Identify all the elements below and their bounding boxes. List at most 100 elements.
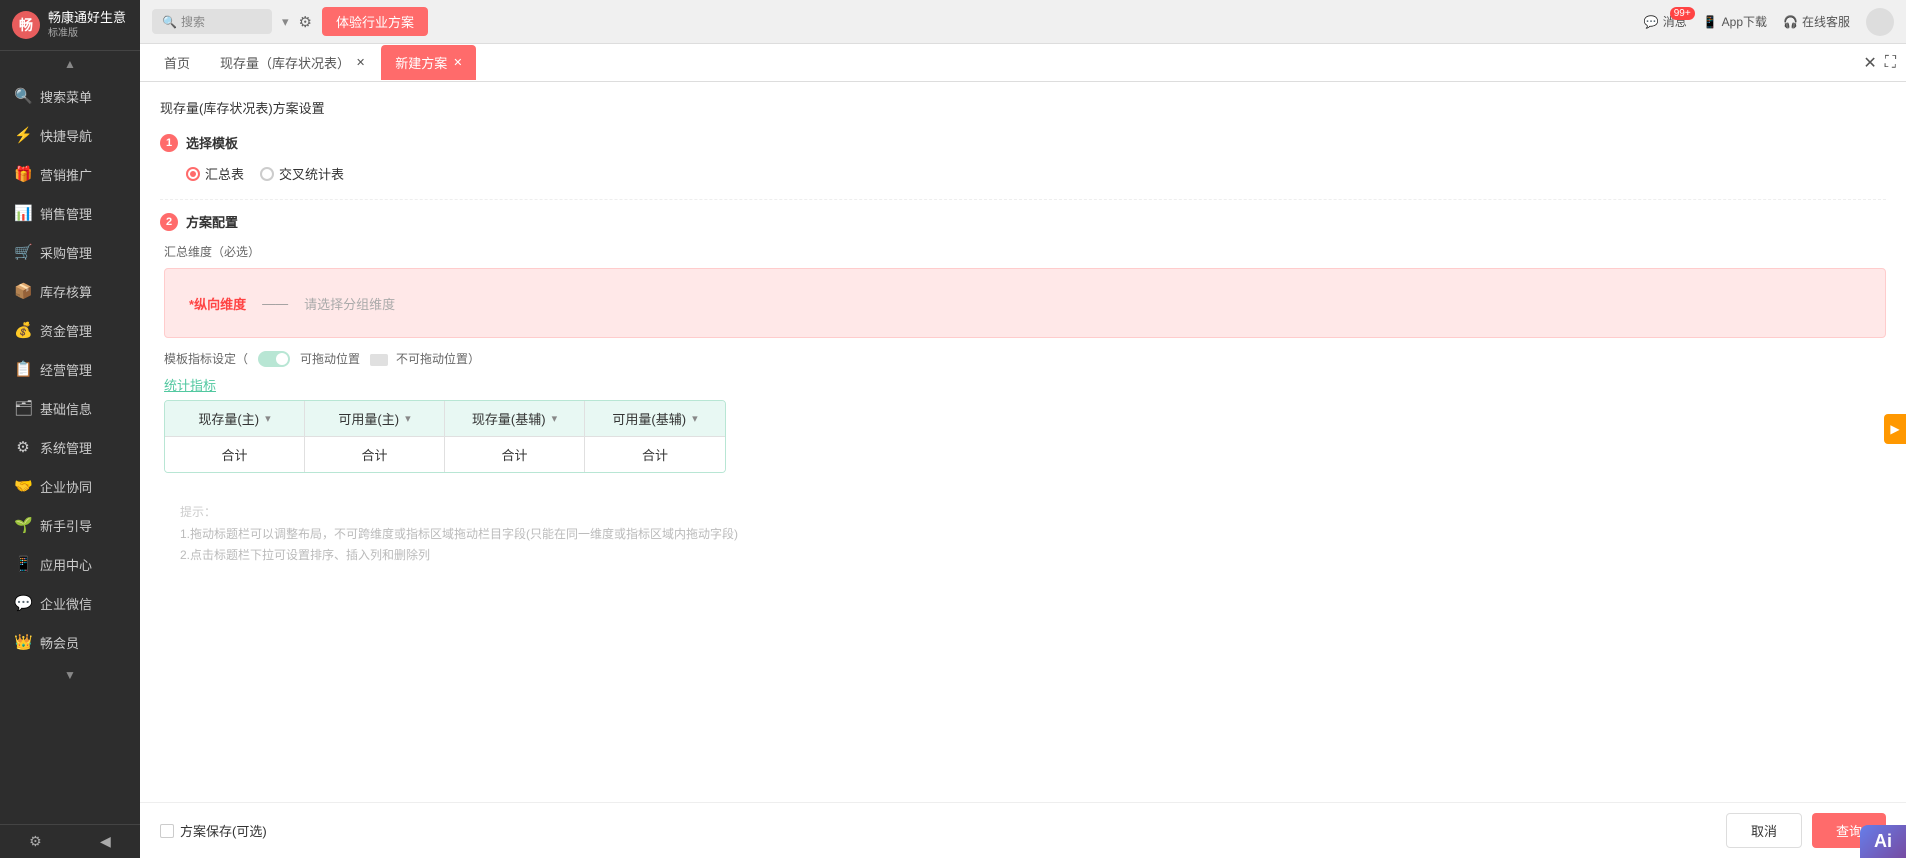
- sidebar-item-operations[interactable]: 📋 经营管理: [0, 350, 140, 389]
- sidebar-item-label: 基础信息: [40, 399, 92, 418]
- app-download-label: App下载: [1722, 13, 1767, 30]
- scroll-up-arrow[interactable]: ▲: [62, 55, 78, 73]
- non-draggable-label: 不可拖动位置）: [396, 350, 480, 367]
- stats-body-col-0: 合计: [165, 437, 305, 472]
- customer-service-item[interactable]: 🎧 在线客服: [1783, 13, 1850, 30]
- tab-home[interactable]: 首页: [150, 45, 204, 80]
- topbar-search[interactable]: 🔍 搜索: [152, 9, 272, 34]
- template-radio-group: 汇总表 交叉统计表: [186, 164, 1886, 183]
- save-option: 方案保存(可选): [160, 821, 267, 840]
- sidebar-item-system[interactable]: ⚙ 系统管理: [0, 428, 140, 467]
- settings-footer-btn[interactable]: ⚙: [29, 833, 42, 850]
- logo-text: 畅康通好生意 标准版: [48, 10, 126, 40]
- col-sub: 合计: [221, 445, 247, 464]
- sidebar-item-newcomer[interactable]: 🌱 新手引导: [0, 506, 140, 545]
- sidebar-item-inventory[interactable]: 📦 库存核算: [0, 272, 140, 311]
- tab-inventory-status[interactable]: 现存量（库存状况表） ✕: [206, 45, 379, 80]
- indicator-setting-row: 模板指标设定（ 可拖动位置 不可拖动位置）: [164, 350, 1886, 367]
- dimension-area[interactable]: *纵向维度 —— 请选择分组维度: [164, 268, 1886, 338]
- collapse-footer-btn[interactable]: ◀: [100, 833, 111, 850]
- chevron-down-icon[interactable]: ▾: [405, 412, 411, 425]
- logo-icon: 畅: [12, 11, 40, 39]
- download-icon: 📱: [1703, 15, 1718, 29]
- sidebar-item-cooperation[interactable]: 🤝 企业协同: [0, 467, 140, 506]
- seedling-icon: 🌱: [14, 516, 32, 534]
- stats-header-col-3[interactable]: 可用量(基辅) ▾: [585, 401, 725, 436]
- tab-new-scheme[interactable]: 新建方案 ✕: [381, 45, 476, 80]
- radio-summary-table[interactable]: 汇总表: [186, 164, 244, 183]
- message-item[interactable]: 💬 消息 99+: [1644, 13, 1687, 30]
- topbar-gear-icon[interactable]: ⚙: [299, 13, 312, 31]
- col-sub: 合计: [642, 445, 668, 464]
- stats-body-col-1: 合计: [305, 437, 445, 472]
- col-name: 现存量(主): [198, 409, 259, 428]
- tab-inventory-close[interactable]: ✕: [356, 56, 365, 69]
- sidebar-item-search[interactable]: 🔍 搜索菜单: [0, 77, 140, 116]
- step-divider: [160, 199, 1886, 200]
- tip-title: 提示：: [180, 505, 216, 519]
- customer-service-label: 在线客服: [1802, 13, 1850, 30]
- panel-expand-btn[interactable]: ⛶: [1885, 54, 1896, 72]
- dimension-placeholder: 请选择分组维度: [304, 294, 395, 313]
- tab-inventory-label: 现存量（库存状况表）: [220, 53, 350, 72]
- bottom-bar: 方案保存(可选) 取消 查询: [140, 802, 1906, 858]
- chat-icon: 💬: [14, 594, 32, 612]
- sidebar-item-wechat[interactable]: 💬 企业微信: [0, 584, 140, 623]
- dimension-dash: ——: [262, 296, 288, 311]
- clipboard-icon: 📋: [14, 360, 32, 378]
- stats-title: 统计指标: [164, 375, 1886, 394]
- sidebar-item-label: 资金管理: [40, 321, 92, 340]
- sidebar-item-finance[interactable]: 💰 资金管理: [0, 311, 140, 350]
- panel-close-btn[interactable]: ✕: [1863, 53, 1876, 73]
- tab-new-scheme-close[interactable]: ✕: [453, 56, 462, 69]
- app-download-item[interactable]: 📱 App下载: [1703, 13, 1767, 30]
- draggable-label: 可拖动位置: [300, 350, 360, 367]
- phone-icon: 📱: [14, 555, 32, 573]
- sidebar-item-membership[interactable]: 👑 畅会员: [0, 623, 140, 662]
- topbar-dropdown-icon[interactable]: ▾: [282, 14, 289, 30]
- save-option-label: 方案保存(可选): [180, 821, 267, 840]
- topbar: 🔍 搜索 ▾ ⚙ 体验行业方案 💬 消息 99+ 📱 App下载 🎧 在线客服: [140, 0, 1906, 44]
- lightning-icon: ⚡: [14, 126, 32, 144]
- sidebar-item-marketing[interactable]: 🎁 营销推广: [0, 155, 140, 194]
- tabbar: 首页 现存量（库存状况表） ✕ 新建方案 ✕ ✕ ⛶: [140, 44, 1906, 82]
- sidebar-item-label: 库存核算: [40, 282, 92, 301]
- sidebar-item-purchase[interactable]: 🛒 采购管理: [0, 233, 140, 272]
- sidebar-scroll-down[interactable]: ▼: [0, 662, 140, 688]
- stats-body-col-3: 合计: [585, 437, 725, 472]
- sidebar-item-basic[interactable]: 🗂 基础信息: [0, 389, 140, 428]
- sidebar-scroll-up[interactable]: ▲: [0, 51, 140, 77]
- draggable-toggle[interactable]: [258, 351, 290, 367]
- radio-cross-table[interactable]: 交叉统计表: [260, 164, 344, 183]
- summary-dimension-label: 汇总维度（必选）: [164, 243, 1886, 260]
- sidebar-item-label: 采购管理: [40, 243, 92, 262]
- stats-header-col-0[interactable]: 现存量(主) ▾: [165, 401, 305, 436]
- indicator-setting-label: 模板指标设定（: [164, 350, 248, 367]
- save-checkbox[interactable]: [160, 824, 174, 838]
- right-side-indicator[interactable]: ▶: [1884, 414, 1906, 444]
- sidebar-item-label: 营销推广: [40, 165, 92, 184]
- sidebar-item-appstore[interactable]: 📱 应用中心: [0, 545, 140, 584]
- sidebar-footer: ⚙ ◀: [0, 824, 140, 858]
- scroll-down-arrow[interactable]: ▼: [62, 666, 78, 684]
- radio-summary-label: 汇总表: [205, 164, 244, 183]
- gear-icon: ⚙: [14, 438, 32, 456]
- folder-icon: 🗂: [14, 399, 32, 417]
- stats-table: 现存量(主) ▾ 可用量(主) ▾ 现存量(基辅) ▾: [164, 400, 726, 473]
- user-avatar[interactable]: [1866, 8, 1894, 36]
- chevron-down-icon[interactable]: ▾: [692, 412, 698, 425]
- cancel-button[interactable]: 取消: [1726, 813, 1802, 848]
- stats-section: 统计指标 现存量(主) ▾ 可用量(主) ▾: [164, 375, 1886, 476]
- money-icon: 💰: [14, 321, 32, 339]
- chevron-down-icon[interactable]: ▾: [552, 412, 558, 425]
- search-text: 搜索: [181, 13, 205, 30]
- sidebar-item-sales[interactable]: 📊 销售管理: [0, 194, 140, 233]
- sidebar-item-label: 搜索菜单: [40, 87, 92, 106]
- sidebar-item-shortcut[interactable]: ⚡ 快捷导航: [0, 116, 140, 155]
- chevron-down-icon[interactable]: ▾: [265, 412, 271, 425]
- promo-button[interactable]: 体验行业方案: [322, 7, 428, 36]
- stats-header-col-1[interactable]: 可用量(主) ▾: [305, 401, 445, 436]
- stats-header-col-2[interactable]: 现存量(基辅) ▾: [445, 401, 585, 436]
- step2-title: 方案配置: [186, 212, 238, 231]
- ai-badge[interactable]: Ai: [1860, 825, 1906, 858]
